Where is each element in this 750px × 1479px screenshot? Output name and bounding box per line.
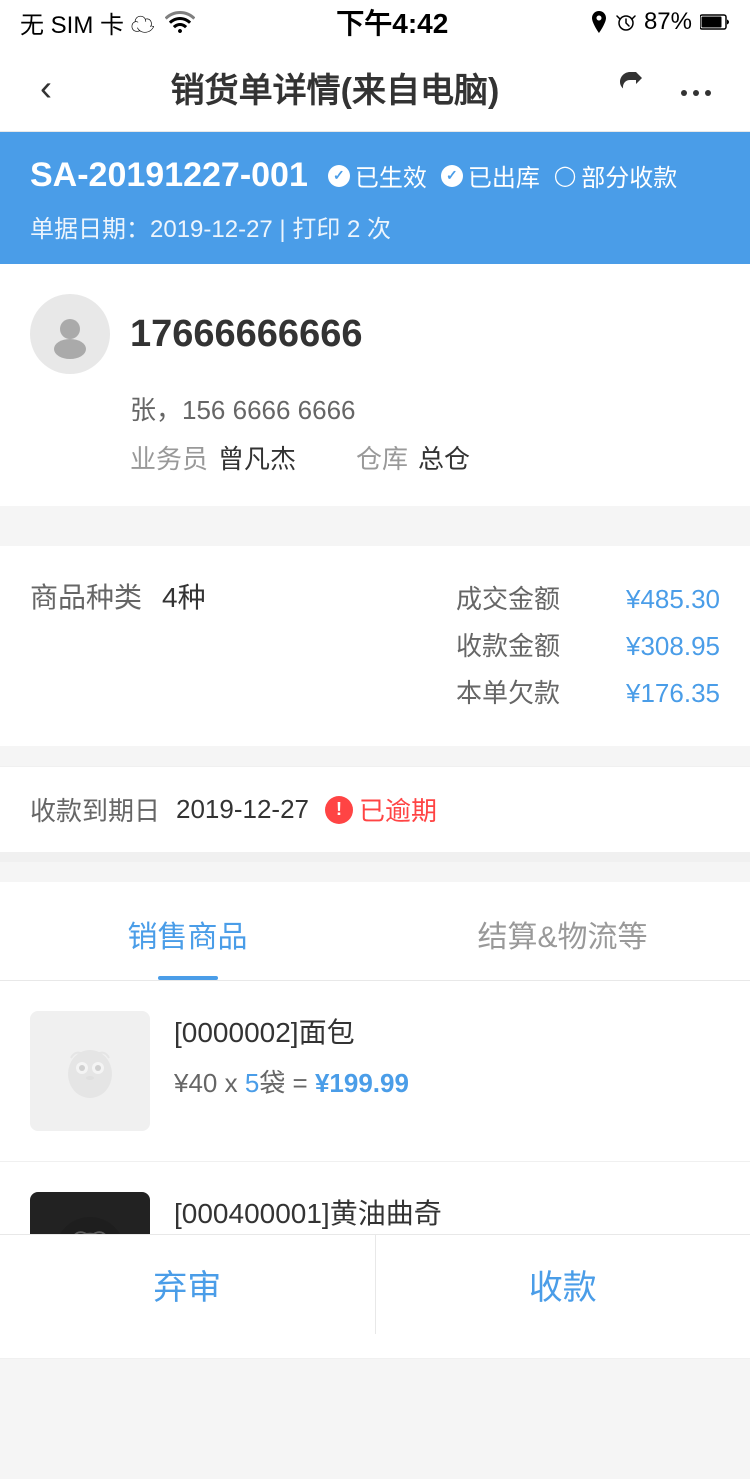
battery-icon	[700, 14, 730, 30]
product-name-2: [000400001]黄油曲奇	[174, 1192, 720, 1232]
category-value: 4种	[162, 576, 206, 616]
warehouse-item: 仓库 总仓	[356, 439, 470, 476]
location-icon	[590, 11, 608, 33]
bottom-spacer	[0, 1359, 750, 1479]
owed-row: 本单欠款 ¥176.35	[456, 670, 720, 717]
category-label: 商品种类	[30, 576, 142, 616]
divider-1	[0, 526, 750, 546]
battery-percent: 87%	[644, 8, 692, 36]
salesperson-value: 曾凡杰	[218, 439, 296, 476]
stats-left: 商品种类 4种	[30, 576, 206, 616]
wifi-icon	[165, 11, 195, 33]
back-button[interactable]: ‹	[30, 57, 62, 119]
nav-actions	[608, 62, 720, 114]
confirm-button[interactable]: 收款	[376, 1235, 750, 1334]
due-label: 收款到期日	[30, 791, 160, 828]
collected-row: 收款金额 ¥308.95	[456, 623, 720, 670]
collected-label: 收款金额	[456, 623, 560, 670]
customer-meta: 业务员 曾凡杰 仓库 总仓	[30, 439, 720, 476]
product-item-1: [0000002]面包 ¥40 x 5袋 = ¥199.99	[0, 981, 750, 1162]
deal-value: ¥485.30	[580, 576, 720, 623]
status-badge-effective: ✓ 已生效	[328, 158, 427, 193]
status-bar: 无 SIM 卡 ☁ 下午4:42 87%	[0, 0, 750, 44]
check-icon-2: ✓	[441, 165, 463, 187]
product-name-1: [0000002]面包	[174, 1011, 720, 1051]
check-icon-1: ✓	[328, 165, 350, 187]
product-thumb-1	[30, 1011, 150, 1131]
status-badges: ✓ 已生效 ✓ 已出库 ◯ 部分收款	[328, 158, 677, 193]
tabs-section: 销售商品 结算&物流等	[0, 882, 750, 981]
tab-settlement[interactable]: 结算&物流等	[375, 882, 750, 980]
owed-value: ¥176.35	[580, 670, 720, 717]
more-icon[interactable]	[672, 63, 720, 113]
cancel-button[interactable]: 弃审	[0, 1235, 376, 1334]
sim-status: 无 SIM 卡 ☁	[20, 5, 155, 40]
collected-value: ¥308.95	[580, 623, 720, 670]
order-date: 单据日期：2019-12-27 | 打印 2 次	[30, 209, 720, 244]
deal-label: 成交金额	[456, 576, 560, 623]
owed-label: 本单欠款	[456, 670, 560, 717]
due-date: 2019-12-27	[176, 794, 309, 825]
avatar	[30, 294, 110, 374]
clock-icon: ◯	[554, 163, 576, 188]
overdue-text: 已逾期	[359, 791, 437, 828]
stats-section: 商品种类 4种 成交金额 ¥485.30 收款金额 ¥308.95 本单欠款 ¥…	[0, 546, 750, 746]
alarm-icon	[616, 11, 636, 33]
product-info-1: [0000002]面包 ¥40 x 5袋 = ¥199.99	[174, 1011, 720, 1131]
overdue-badge: ! 已逾期	[325, 791, 437, 828]
customer-name: 17666666666	[130, 313, 362, 356]
bottom-bar: 弃审 收款	[0, 1234, 750, 1334]
customer-row: 17666666666	[30, 294, 720, 374]
status-badge-shipped: ✓ 已出库	[441, 158, 540, 193]
nav-bar: ‹ 销货单详情(来自电脑)	[0, 44, 750, 132]
customer-section: 17666666666 张，156 6666 6666 业务员 曾凡杰 仓库 总…	[0, 264, 750, 506]
warehouse-label: 仓库	[356, 439, 408, 476]
tab-sales-products[interactable]: 销售商品	[0, 882, 375, 980]
overdue-dot: !	[325, 796, 353, 824]
due-section: 收款到期日 2019-12-27 ! 已逾期	[0, 766, 750, 862]
product-price-1: ¥40 x 5袋 = ¥199.99	[174, 1063, 720, 1100]
salesperson-label: 业务员	[130, 439, 208, 476]
status-bar-left: 无 SIM 卡 ☁	[20, 5, 195, 40]
stats-right: 成交金额 ¥485.30 收款金额 ¥308.95 本单欠款 ¥176.35	[456, 576, 720, 716]
deal-row: 成交金额 ¥485.30	[456, 576, 720, 623]
status-bar-right: 87%	[590, 8, 730, 36]
customer-info: 张，156 6666 6666	[30, 390, 720, 427]
status-badge-partial: ◯ 部分收款	[554, 158, 677, 193]
order-id: SA-20191227-001	[30, 156, 308, 195]
share-icon[interactable]	[608, 62, 652, 114]
status-bar-time: 下午4:42	[336, 2, 448, 42]
page-title: 销货单详情(来自电脑)	[62, 63, 608, 112]
salesperson-item: 业务员 曾凡杰	[130, 439, 296, 476]
order-header: SA-20191227-001 ✓ 已生效 ✓ 已出库 ◯ 部分收款 单据日期：…	[0, 132, 750, 264]
warehouse-value: 总仓	[418, 439, 470, 476]
